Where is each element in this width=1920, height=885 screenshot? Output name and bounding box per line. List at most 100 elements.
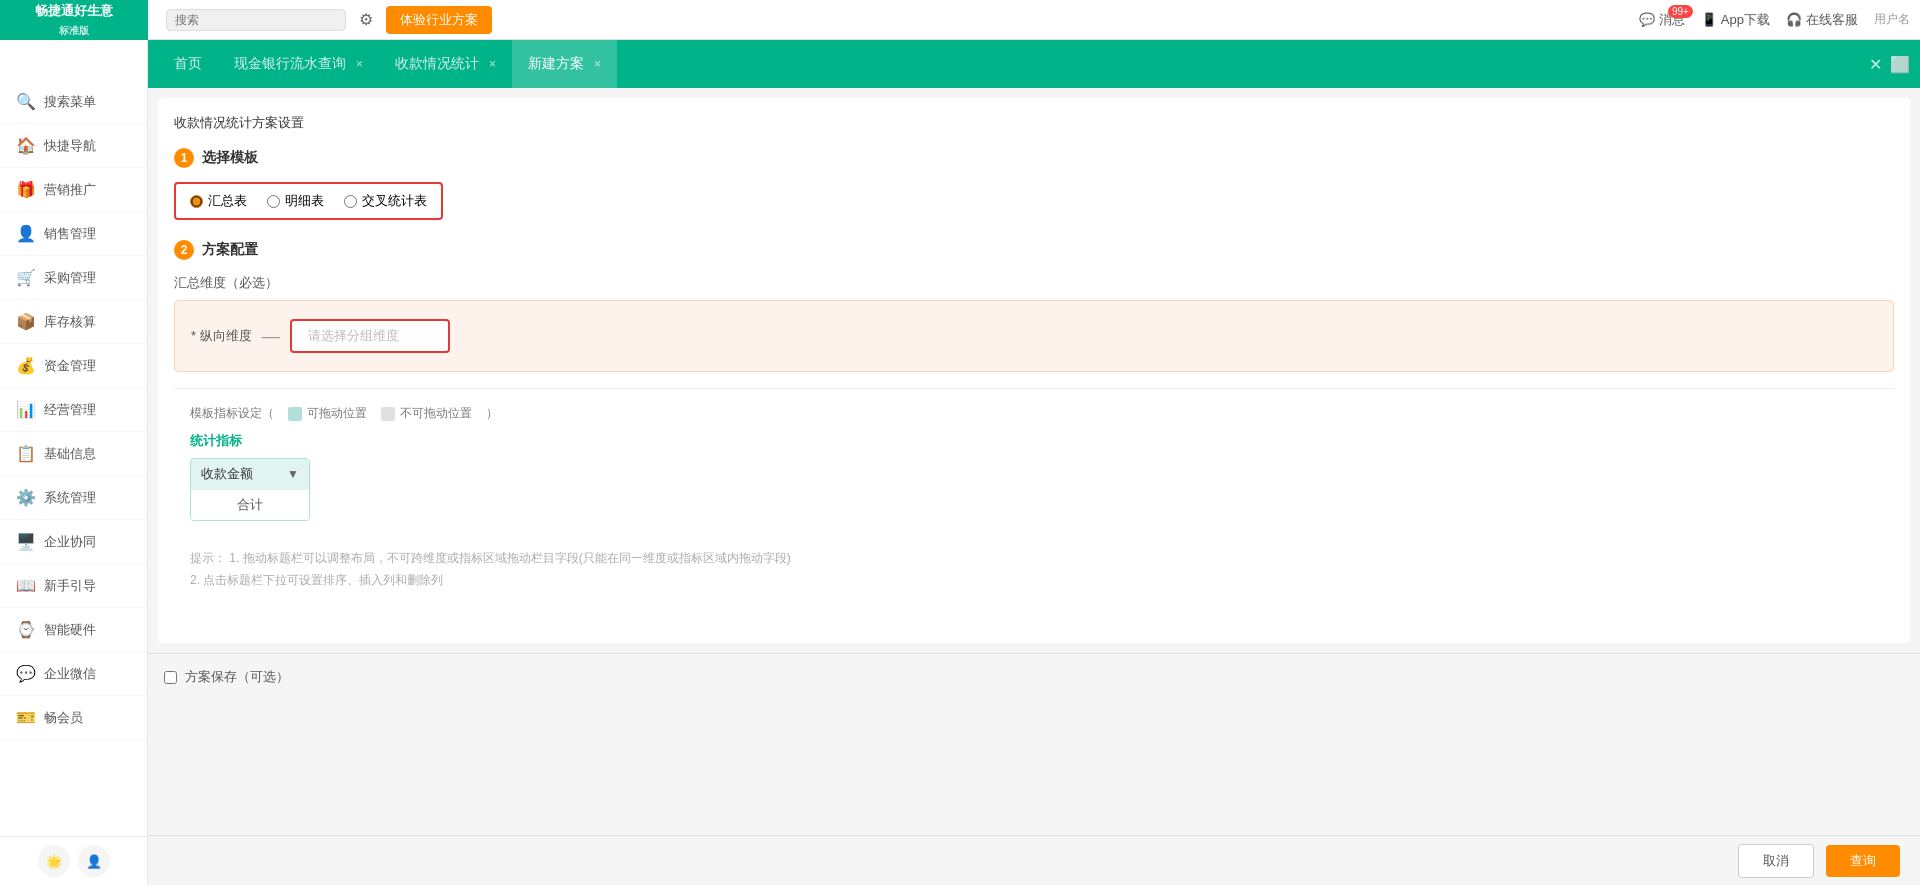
radio-detail[interactable]: 明细表 [267,192,324,210]
tab-collection-stats[interactable]: 收款情况统计 × [379,40,512,88]
radio-summary-label: 汇总表 [208,192,247,210]
sidebar-bottom-icon-2[interactable]: 👤 [78,845,110,877]
vertical-dimension-label: * 纵向维度 [191,327,252,345]
radio-cross[interactable]: 交叉统计表 [344,192,427,210]
message-item[interactable]: 💬 消息 99+ [1639,11,1685,29]
tab-new-plan-label: 新建方案 [528,55,584,73]
tab-collection-stats-close[interactable]: × [489,57,496,71]
sidebar-item-marketing[interactable]: 🎁 营销推广 [0,168,147,212]
tab-new-plan[interactable]: 新建方案 × [512,40,617,88]
wechat-icon: 💬 [16,664,36,683]
tab-home-label: 首页 [174,55,202,73]
radio-group: 汇总表 明细表 交叉统计表 [190,192,427,210]
metrics-header-text: 模板指标设定（ [190,405,274,422]
sidebar-bottom-icon-1[interactable]: 🌟 [38,845,70,877]
quick-nav-icon: 🏠 [16,136,36,155]
sidebar-item-label: 采购管理 [44,269,96,287]
main-container: 🔍 搜索菜单 🏠 快捷导航 🎁 营销推广 👤 销售管理 🛒 采购管理 📦 库存核… [0,40,1920,885]
tab-home[interactable]: 首页 [158,40,218,88]
radio-summary[interactable]: 汇总表 [190,192,247,210]
tab-bank-flow[interactable]: 现金银行流水查询 × [218,40,379,88]
sidebar: 🔍 搜索菜单 🏠 快捷导航 🎁 营销推广 👤 销售管理 🛒 采购管理 📦 库存核… [0,40,148,885]
sidebar-item-label: 销售管理 [44,225,96,243]
service-icon: 🎧 [1786,12,1802,27]
sidebar-item-newbie[interactable]: 📖 新手引导 [0,564,147,608]
sidebar-item-sales[interactable]: 👤 销售管理 [0,212,147,256]
tip-2: 2. 点击标题栏下拉可设置排序、插入列和删除列 [190,570,1878,592]
enterprise-icon: 🖥️ [16,532,36,551]
tab-bank-flow-close[interactable]: × [356,57,363,71]
service-item[interactable]: 🎧 在线客服 [1786,11,1858,29]
sidebar-item-operations[interactable]: 📊 经营管理 [0,388,147,432]
dimension-area: * 纵向维度 — 请选择分组维度 [174,300,1894,372]
dimension-row: * 纵向维度 — 请选择分组维度 [191,319,1877,353]
sidebar-item-label: 畅会员 [44,709,83,727]
tab-bar: 首页 现金银行流水查询 × 收款情况统计 × 新建方案 × ✕ ⬜ [148,40,1920,88]
window-minimize-icon[interactable]: ✕ [1869,55,1882,74]
legend-fixed-dot [381,407,395,421]
basic-info-icon: 📋 [16,444,36,463]
plan-save-section: 方案保存（可选） [148,653,1920,700]
page-inner: 收款情况统计方案设置 1 选择模板 汇总表 [158,98,1910,643]
sidebar-item-purchase[interactable]: 🛒 采购管理 [0,256,147,300]
sidebar-item-basic-info[interactable]: 📋 基础信息 [0,432,147,476]
metrics-column-header: 收款金额 [201,465,253,483]
industry-btn[interactable]: 体验行业方案 [386,6,492,34]
inventory-icon: 📦 [16,312,36,331]
legend-movable-label: 可拖动位置 [307,405,367,422]
dimension-section-label: 汇总维度（必选） [174,274,1894,292]
tips-section: 提示： 1. 拖动标题栏可以调整布局，不可跨维度或指标区域拖动栏目字段(只能在同… [174,540,1894,607]
download-icon: 📱 [1701,12,1717,27]
sidebar-item-label: 快捷导航 [44,137,96,155]
template-select-box: 汇总表 明细表 交叉统计表 [174,182,443,220]
radio-detail-input[interactable] [267,195,280,208]
sales-icon: 👤 [16,224,36,243]
tab-new-plan-close[interactable]: × [594,57,601,71]
download-item[interactable]: 📱 App下载 [1701,11,1770,29]
plan-save-label: 方案保存（可选） [185,668,289,686]
metrics-dropdown-icon[interactable]: ▼ [287,467,299,481]
sidebar-item-finance[interactable]: 💰 资金管理 [0,344,147,388]
radio-cross-input[interactable] [344,195,357,208]
sidebar-item-quick-nav[interactable]: 🏠 快捷导航 [0,124,147,168]
top-bar-search-area: ⚙ 体验行业方案 [166,6,1631,34]
marketing-icon: 🎁 [16,180,36,199]
sidebar-item-wechat[interactable]: 💬 企业微信 [0,652,147,696]
sidebar-item-label: 库存核算 [44,313,96,331]
metrics-category-label: 统计指标 [190,432,1878,450]
metrics-header-close: ） [486,405,498,422]
search-input[interactable] [166,9,346,31]
sidebar-item-inventory[interactable]: 📦 库存核算 [0,300,147,344]
cancel-button[interactable]: 取消 [1738,844,1814,878]
radio-detail-label: 明细表 [285,192,324,210]
gear-icon[interactable]: ⚙ [352,6,380,34]
sidebar-item-system[interactable]: ⚙️ 系统管理 [0,476,147,520]
logo-text: 畅捷通好生意 [35,3,113,19]
dimension-select[interactable]: 请选择分组维度 [290,319,450,353]
radio-cross-label: 交叉统计表 [362,192,427,210]
finance-icon: 💰 [16,356,36,375]
sidebar-item-member[interactable]: 🎫 畅会员 [0,696,147,740]
metrics-section: 模板指标设定（ 可拖动位置 不可拖动位置 ） 统计指标 [174,388,1894,540]
operations-icon: 📊 [16,400,36,419]
radio-summary-input[interactable] [190,195,203,208]
sidebar-item-search-menu[interactable]: 🔍 搜索菜单 [0,80,147,124]
sidebar-item-label: 营销推广 [44,181,96,199]
section-config: 2 方案配置 汇总维度（必选） * 纵向维度 — 请选择分组维度 [174,240,1894,607]
section2-header: 2 方案配置 [174,240,1894,260]
tip-1: 提示： 1. 拖动标题栏可以调整布局，不可跨维度或指标区域拖动栏目字段(只能在同… [190,548,1878,570]
metrics-table-header: 收款金额 ▼ [191,459,309,489]
section2-title: 方案配置 [202,241,258,259]
logo-sub: 标准版 [59,25,89,37]
sidebar-item-label: 经营管理 [44,401,96,419]
window-maximize-icon[interactable]: ⬜ [1890,55,1910,74]
sidebar-item-smart-hw[interactable]: ⌚ 智能硬件 [0,608,147,652]
section-template: 1 选择模板 汇总表 明细表 [174,148,1894,220]
section1-num: 1 [174,148,194,168]
user-item[interactable]: 用户名 [1874,11,1910,28]
section1-header: 1 选择模板 [174,148,1894,168]
plan-save-checkbox[interactable] [164,671,177,684]
tab-bank-flow-label: 现金银行流水查询 [234,55,346,73]
sidebar-item-enterprise[interactable]: 🖥️ 企业协同 [0,520,147,564]
query-button[interactable]: 查询 [1826,845,1900,877]
